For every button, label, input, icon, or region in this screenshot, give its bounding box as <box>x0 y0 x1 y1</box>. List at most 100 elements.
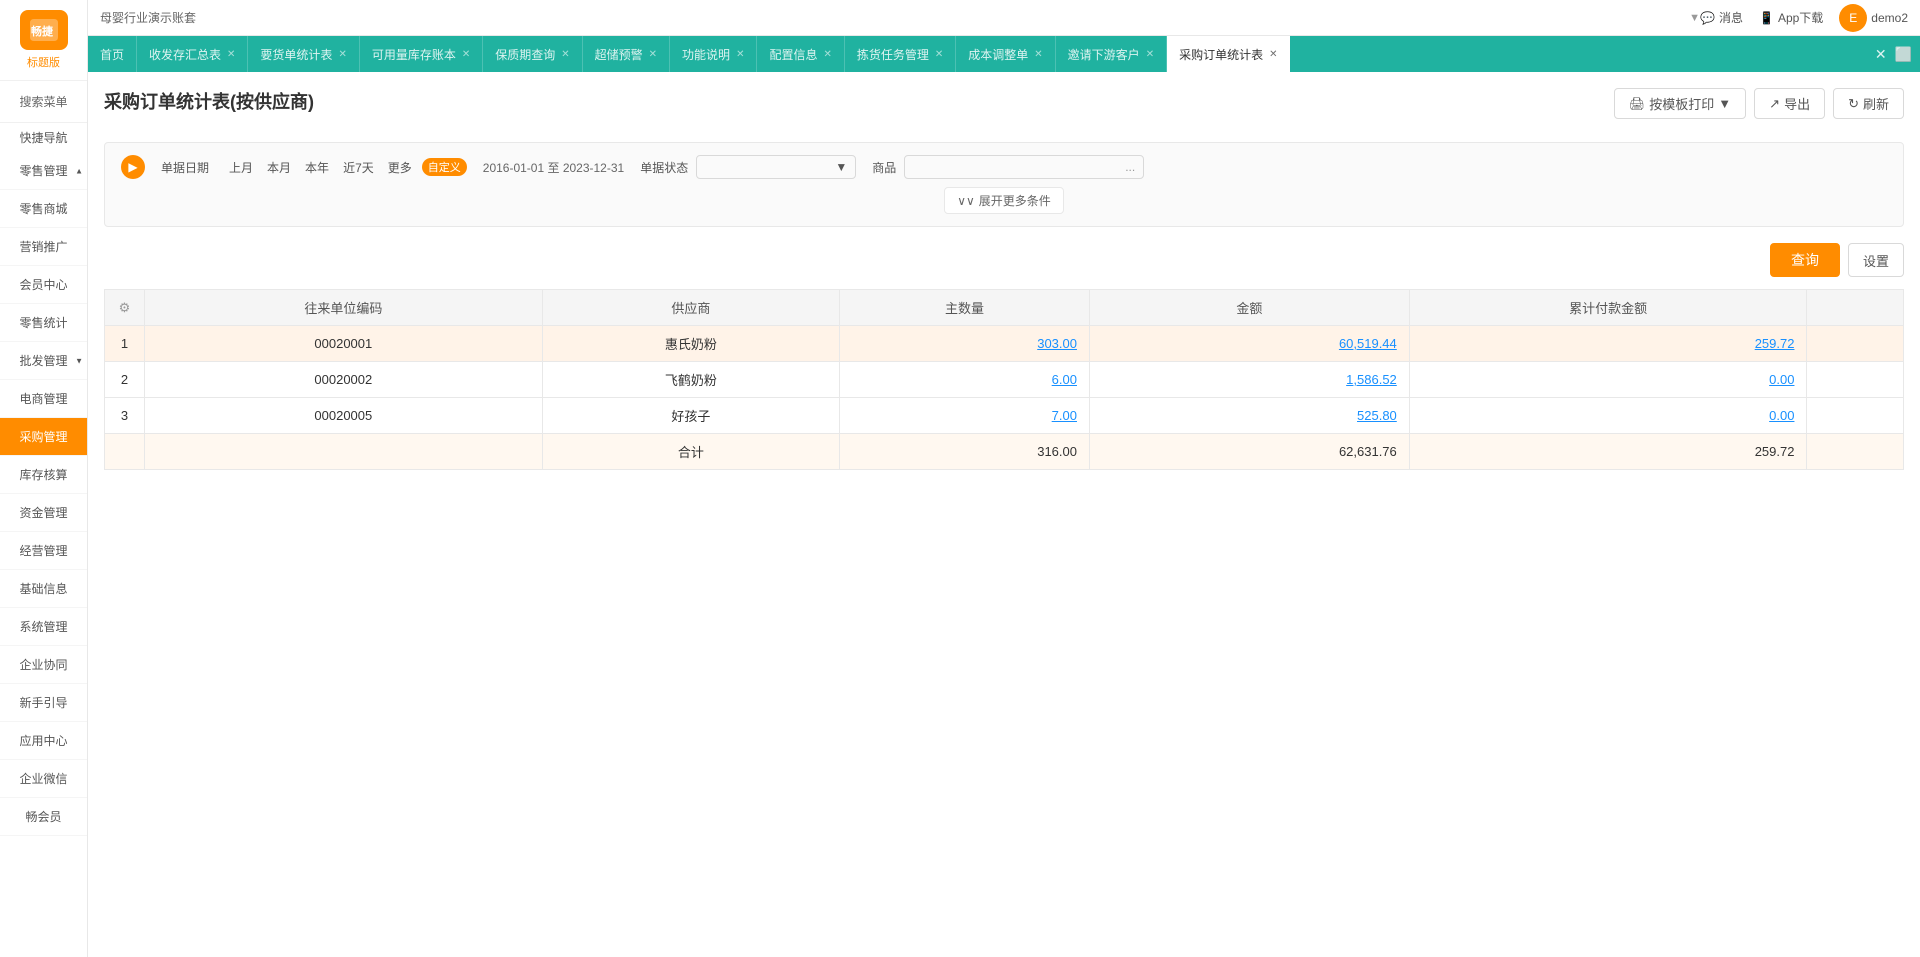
tab-function-desc[interactable]: 功能说明 ✕ <box>670 36 757 72</box>
custom-date-badge[interactable]: 自定义 <box>422 158 467 176</box>
sidebar-item-app-center[interactable]: 应用中心 <box>0 722 87 760</box>
sidebar-item-retail-mall[interactable]: 零售商城 <box>0 190 87 228</box>
shortcut-this-month[interactable]: 本月 <box>263 157 295 178</box>
close-pick-task-icon[interactable]: ✕ <box>935 49 943 60</box>
close-shelf-life-icon[interactable]: ✕ <box>561 49 569 60</box>
tab-shelf-life[interactable]: 保质期查询 ✕ <box>483 36 582 72</box>
close-purchase-summary-icon[interactable]: ✕ <box>1269 49 1277 60</box>
close-requisition-summary-icon[interactable]: ✕ <box>338 49 346 60</box>
refresh-button[interactable]: ↻ 刷新 <box>1833 88 1904 119</box>
sidebar-item-system-mgmt[interactable]: 系统管理 <box>0 608 87 646</box>
sidebar-item-operations-mgmt[interactable]: 经营管理 <box>0 532 87 570</box>
tab-cost-adjust[interactable]: 成本调整单 ✕ <box>956 36 1055 72</box>
goods-label: 商品 <box>872 159 896 176</box>
tab-invite-downstream-label: 邀请下游客户 <box>1068 46 1140 63</box>
tab-receive-summary[interactable]: 收发存汇总表 ✕ <box>137 36 248 72</box>
goods-more-icon[interactable]: ... <box>1125 160 1135 174</box>
tab-invite-downstream[interactable]: 邀请下游客户 ✕ <box>1056 36 1167 72</box>
close-tab-btn[interactable]: ✕ <box>1875 46 1887 63</box>
status-filter-group: 单据状态 ▼ <box>640 155 856 179</box>
page-top-actions: 🖨 按模板打印 ▼ ↗ 导出 ↻ 刷新 <box>1614 88 1904 119</box>
close-invite-downstream-icon[interactable]: ✕ <box>1146 49 1154 60</box>
shortcut-7-days[interactable]: 近7天 <box>339 157 378 178</box>
row-amount-1: 60,519.44 <box>1089 326 1409 362</box>
print-button[interactable]: 🖨 按模板打印 ▼ <box>1614 88 1746 119</box>
table-row: 3 00020005 好孩子 7.00 525.80 0.00 <box>105 398 1904 434</box>
status-select[interactable]: ▼ <box>696 155 856 179</box>
row-index-2: 2 <box>105 362 145 398</box>
status-dropdown-icon: ▼ <box>835 160 847 174</box>
tab-purchase-summary[interactable]: 采购订单统计表 ✕ <box>1167 36 1290 72</box>
shortcut-more[interactable]: 更多 <box>384 157 416 178</box>
shortcut-last-month[interactable]: 上月 <box>225 157 257 178</box>
query-action-bar: 查询 设置 <box>104 243 1904 277</box>
table-head: ⚙ 往来单位编码 供应商 主数量 金额 累计付款金额 <box>105 290 1904 326</box>
tab-bar: 首页 收发存汇总表 ✕ 要货单统计表 ✕ 可用量库存账本 ✕ 保质期查询 ✕ 超… <box>88 36 1920 72</box>
goods-filter-group: 商品 ... <box>872 155 1144 179</box>
topbar-actions: 💬 消息 📱 App下载 E demo2 <box>1700 4 1908 32</box>
goods-input[interactable]: ... <box>904 155 1144 179</box>
user-profile[interactable]: E demo2 <box>1839 4 1908 32</box>
sidebar-item-inventory-check[interactable]: 库存核算 <box>0 456 87 494</box>
sidebar-item-ecommerce-mgmt[interactable]: 电商管理 <box>0 380 87 418</box>
tab-requisition-summary[interactable]: 要货单统计表 ✕ <box>248 36 359 72</box>
sidebar-item-member-center[interactable]: 会员中心 <box>0 266 87 304</box>
message-action[interactable]: 💬 消息 <box>1700 9 1743 26</box>
username-label: demo2 <box>1871 11 1908 25</box>
dropdown-arrow-icon[interactable]: ▼ <box>1689 12 1700 24</box>
app-download-action[interactable]: 📱 App下载 <box>1759 9 1823 26</box>
summary-row: 合计 316.00 62,631.76 259.72 <box>105 434 1904 470</box>
th-paid: 累计付款金额 <box>1409 290 1807 326</box>
tab-overstock-warning[interactable]: 超储预警 ✕ <box>583 36 670 72</box>
table-header-row: ⚙ 往来单位编码 供应商 主数量 金额 累计付款金额 <box>105 290 1904 326</box>
tab-overstock-warning-label: 超储预警 <box>595 46 643 63</box>
sidebar-item-purchase-mgmt[interactable]: 采购管理 <box>0 418 87 456</box>
search-menu-area[interactable]: 搜索菜单 <box>0 81 87 123</box>
sidebar-item-finance-mgmt[interactable]: 资金管理 <box>0 494 87 532</box>
close-config-info-icon[interactable]: ✕ <box>823 49 831 60</box>
close-function-desc-icon[interactable]: ✕ <box>736 49 744 60</box>
sidebar-item-wholesale-mgmt[interactable]: 批发管理 <box>0 342 87 380</box>
tab-home[interactable]: 首页 <box>88 36 137 72</box>
row-paid-1: 259.72 <box>1409 326 1807 362</box>
printer-icon: 🖨 <box>1629 96 1646 112</box>
export-button[interactable]: ↗ 导出 <box>1754 88 1825 119</box>
tabs-end: ✕ ⬜ <box>1867 46 1920 63</box>
row-quantity-1: 303.00 <box>839 326 1089 362</box>
page-content: 采购订单统计表(按供应商) 🖨 按模板打印 ▼ ↗ 导出 ↻ 刷新 <box>88 72 1920 957</box>
data-table: ⚙ 往来单位编码 供应商 主数量 金额 累计付款金额 1 <box>104 289 1904 470</box>
sidebar-item-retail-stats[interactable]: 零售统计 <box>0 304 87 342</box>
row-index-3: 3 <box>105 398 145 434</box>
sidebar-item-marketing[interactable]: 营销推广 <box>0 228 87 266</box>
close-overstock-warning-icon[interactable]: ✕ <box>649 49 657 60</box>
sidebar-item-enterprise-wechat[interactable]: 企业微信 <box>0 760 87 798</box>
tab-pick-task[interactable]: 拣货任务管理 ✕ <box>845 36 956 72</box>
tab-config-info[interactable]: 配置信息 ✕ <box>757 36 844 72</box>
sidebar-item-basic-info[interactable]: 基础信息 <box>0 570 87 608</box>
close-cost-adjust-icon[interactable]: ✕ <box>1034 49 1042 60</box>
th-settings: ⚙ <box>105 290 145 326</box>
print-dropdown-icon: ▼ <box>1718 96 1731 111</box>
search-menu-item[interactable]: 搜索菜单 <box>6 89 81 114</box>
query-button[interactable]: 查询 <box>1770 243 1840 277</box>
sidebar-item-enterprise-collab[interactable]: 企业协同 <box>0 646 87 684</box>
settings-button[interactable]: 设置 <box>1848 243 1904 277</box>
data-table-container: ⚙ 往来单位编码 供应商 主数量 金额 累计付款金额 1 <box>104 289 1904 470</box>
restore-tab-btn[interactable]: ⬜ <box>1895 46 1912 63</box>
logo-area: 畅捷 标题版 <box>0 0 87 81</box>
shortcut-this-year[interactable]: 本年 <box>301 157 333 178</box>
summary-empty-2 <box>145 434 543 470</box>
filter-toggle-btn[interactable]: ▶ <box>121 155 145 179</box>
row-paid-2: 0.00 <box>1409 362 1807 398</box>
tab-available-inventory[interactable]: 可用量库存账本 ✕ <box>360 36 483 72</box>
sidebar-item-member[interactable]: 畅会员 <box>0 798 87 836</box>
close-available-inventory-icon[interactable]: ✕ <box>462 49 470 60</box>
expand-more-btn[interactable]: ∨∨ 展开更多条件 <box>944 187 1064 214</box>
row-supplier-3: 好孩子 <box>542 398 839 434</box>
close-receive-summary-icon[interactable]: ✕ <box>227 49 235 60</box>
column-settings-icon[interactable]: ⚙ <box>119 300 131 315</box>
tab-config-info-label: 配置信息 <box>769 46 817 63</box>
sidebar-item-retail-mgmt[interactable]: 零售管理 <box>0 152 87 190</box>
quick-nav-item[interactable]: 快捷导航 <box>0 123 87 152</box>
sidebar-item-new-guide[interactable]: 新手引导 <box>0 684 87 722</box>
